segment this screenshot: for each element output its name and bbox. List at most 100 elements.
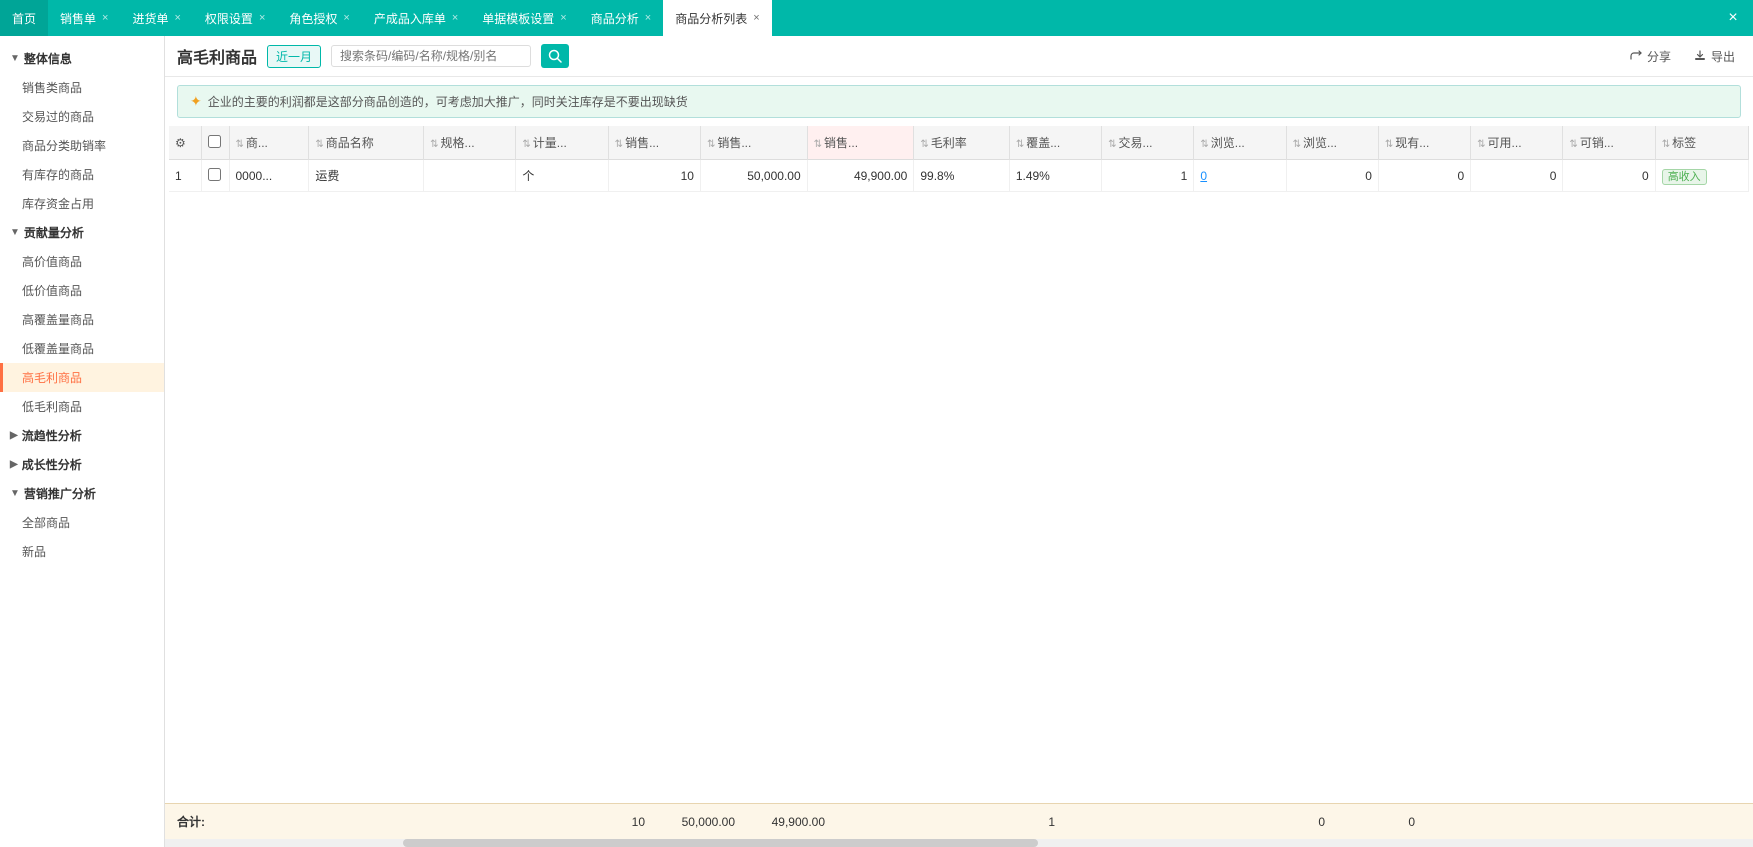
nav-sales-close[interactable]: ×: [102, 12, 108, 24]
col-sales-amt[interactable]: ⇅销售...: [700, 126, 807, 160]
table-wrapper[interactable]: ⚙ ⇅商... ⇅商品名称 ⇅规格...: [169, 126, 1749, 803]
sidebar-group-trend[interactable]: ▶ 流趋性分析: [0, 421, 164, 450]
nav-analysis[interactable]: 商品分析 ×: [579, 0, 663, 36]
horizontal-scrollbar[interactable]: [165, 839, 1753, 847]
search-button[interactable]: [541, 44, 569, 68]
chevron-right-icon-2: ▶: [10, 459, 18, 470]
col-sales-qty[interactable]: ⇅销售...: [608, 126, 700, 160]
footer-label: 合计:: [177, 813, 205, 830]
nav-purchase-close[interactable]: ×: [174, 12, 180, 24]
share-button[interactable]: 分享: [1623, 46, 1677, 67]
sidebar-item-high-margin[interactable]: 高毛利商品: [0, 363, 164, 392]
scrollbar-thumb[interactable]: [403, 839, 1038, 847]
cell-trade-count: 1: [1102, 160, 1194, 192]
cell-view2: 0: [1286, 160, 1378, 192]
cell-sellable: 0: [1563, 160, 1655, 192]
col-coverage[interactable]: ⇅覆盖...: [1009, 126, 1101, 160]
sidebar: ▼ 整体信息 销售类商品 交易过的商品 商品分类助销率 有库存的商品 库存资金占…: [0, 36, 165, 847]
nav-inbound[interactable]: 产成品入库单 ×: [362, 0, 470, 36]
sidebar-item-high-value[interactable]: 高价值商品: [0, 247, 164, 276]
table-row: 1 0000... 运费 个 10 50,000.00 49,900.00 99…: [169, 160, 1749, 192]
cell-current-stock: 0: [1378, 160, 1470, 192]
sidebar-group-contribution[interactable]: ▼ 贡献量分析: [0, 218, 164, 247]
col-tag[interactable]: ⇅标签: [1655, 126, 1748, 160]
nav-permissions-close[interactable]: ×: [259, 12, 265, 24]
col-code[interactable]: ⇅商...: [229, 126, 309, 160]
footer-sales-amt: 50,000.00: [655, 815, 735, 829]
cell-unit: 个: [516, 160, 608, 192]
row-checkbox[interactable]: [208, 168, 221, 181]
nav-sales[interactable]: 销售单 ×: [48, 0, 120, 36]
nav-home[interactable]: 首页: [0, 0, 48, 36]
footer-current-stock: 0: [1245, 815, 1325, 829]
content-header: 高毛利商品 近一月 分享: [165, 36, 1753, 77]
cell-name: 运费: [309, 160, 424, 192]
sidebar-item-low-coverage[interactable]: 低覆盖量商品: [0, 334, 164, 363]
info-icon: ✦: [190, 93, 202, 110]
nav-purchase[interactable]: 进货单 ×: [120, 0, 192, 36]
select-all-checkbox[interactable]: [208, 135, 221, 148]
nav-roles[interactable]: 角色授权 ×: [277, 0, 361, 36]
cell-sales-amt: 50,000.00: [700, 160, 807, 192]
footer-sales-profit: 49,900.00: [745, 815, 825, 829]
col-current-stock[interactable]: ⇅现有...: [1378, 126, 1470, 160]
chevron-down-icon-3: ▼: [10, 488, 20, 499]
nav-inbound-close[interactable]: ×: [452, 12, 458, 24]
sidebar-item-all-goods[interactable]: 全部商品: [0, 508, 164, 537]
nav-analysis-list[interactable]: 商品分析列表 ×: [663, 0, 771, 36]
cell-sales-qty: 10: [608, 160, 700, 192]
filter-recent-month[interactable]: 近一月: [267, 45, 321, 68]
col-checkbox[interactable]: [201, 126, 229, 160]
col-view2[interactable]: ⇅浏览...: [1286, 126, 1378, 160]
nav-roles-close[interactable]: ×: [343, 12, 349, 24]
footer-available: 0: [1335, 815, 1415, 829]
sidebar-item-new-goods[interactable]: 新品: [0, 537, 164, 566]
sidebar-group-marketing[interactable]: ▼ 营销推广分析: [0, 479, 164, 508]
nav-analysis-close[interactable]: ×: [645, 12, 651, 24]
window-close-button[interactable]: ×: [1713, 0, 1753, 36]
nav-analysis-list-close[interactable]: ×: [753, 12, 759, 24]
col-unit[interactable]: ⇅计量...: [516, 126, 608, 160]
col-gross-margin[interactable]: ⇅毛利率: [914, 126, 1009, 160]
sidebar-item-sales-goods[interactable]: 销售类商品: [0, 73, 164, 102]
sidebar-group-growth[interactable]: ▶ 成长性分析: [0, 450, 164, 479]
col-trade-count[interactable]: ⇅交易...: [1102, 126, 1194, 160]
nav-template[interactable]: 单据模板设置 ×: [470, 0, 578, 36]
col-available[interactable]: ⇅可用...: [1471, 126, 1563, 160]
nav-permissions[interactable]: 权限设置 ×: [193, 0, 277, 36]
col-view1[interactable]: ⇅浏览...: [1194, 126, 1286, 160]
goods-table: ⚙ ⇅商... ⇅商品名称 ⇅规格...: [169, 126, 1749, 192]
col-name[interactable]: ⇅商品名称: [309, 126, 424, 160]
sidebar-item-low-value[interactable]: 低价值商品: [0, 276, 164, 305]
cell-sales-profit: 49,900.00: [807, 160, 914, 192]
sidebar-item-category-rate[interactable]: 商品分类助销率: [0, 131, 164, 160]
cell-code: 0000...: [229, 160, 309, 192]
search-icon: [548, 49, 562, 63]
sidebar-item-high-coverage[interactable]: 高覆盖量商品: [0, 305, 164, 334]
sidebar-item-traded-goods[interactable]: 交易过的商品: [0, 102, 164, 131]
cell-checkbox[interactable]: [201, 160, 229, 192]
cell-spec: [424, 160, 516, 192]
info-banner: ✦ 企业的主要的利润都是这部分商品创造的，可考虑加大推广，同时关注库存是不要出现…: [177, 85, 1741, 118]
footer-sales-qty: 10: [565, 815, 645, 829]
col-spec[interactable]: ⇅规格...: [424, 126, 516, 160]
main-content: ▼ 整体信息 销售类商品 交易过的商品 商品分类助销率 有库存的商品 库存资金占…: [0, 36, 1753, 847]
nav-template-close[interactable]: ×: [560, 12, 566, 24]
search-input[interactable]: [331, 45, 531, 67]
cell-view1[interactable]: 0: [1194, 160, 1286, 192]
footer-trade-count: 1: [975, 815, 1055, 829]
export-icon: [1693, 49, 1707, 63]
col-settings[interactable]: ⚙: [169, 126, 201, 160]
sidebar-item-stock-capital[interactable]: 库存资金占用: [0, 189, 164, 218]
chevron-down-icon: ▼: [10, 53, 20, 64]
sidebar-item-low-margin[interactable]: 低毛利商品: [0, 392, 164, 421]
sidebar-group-overall[interactable]: ▼ 整体信息: [0, 44, 164, 73]
col-sales-profit[interactable]: ⇅销售...: [807, 126, 914, 160]
cell-index: 1: [169, 160, 201, 192]
col-sellable[interactable]: ⇅可销...: [1563, 126, 1655, 160]
export-button[interactable]: 导出: [1687, 46, 1741, 67]
chevron-right-icon: ▶: [10, 430, 18, 441]
top-navigation: 首页 销售单 × 进货单 × 权限设置 × 角色授权 × 产成品入库单 × 单据…: [0, 0, 1753, 36]
chevron-down-icon-2: ▼: [10, 227, 20, 238]
sidebar-item-in-stock[interactable]: 有库存的商品: [0, 160, 164, 189]
